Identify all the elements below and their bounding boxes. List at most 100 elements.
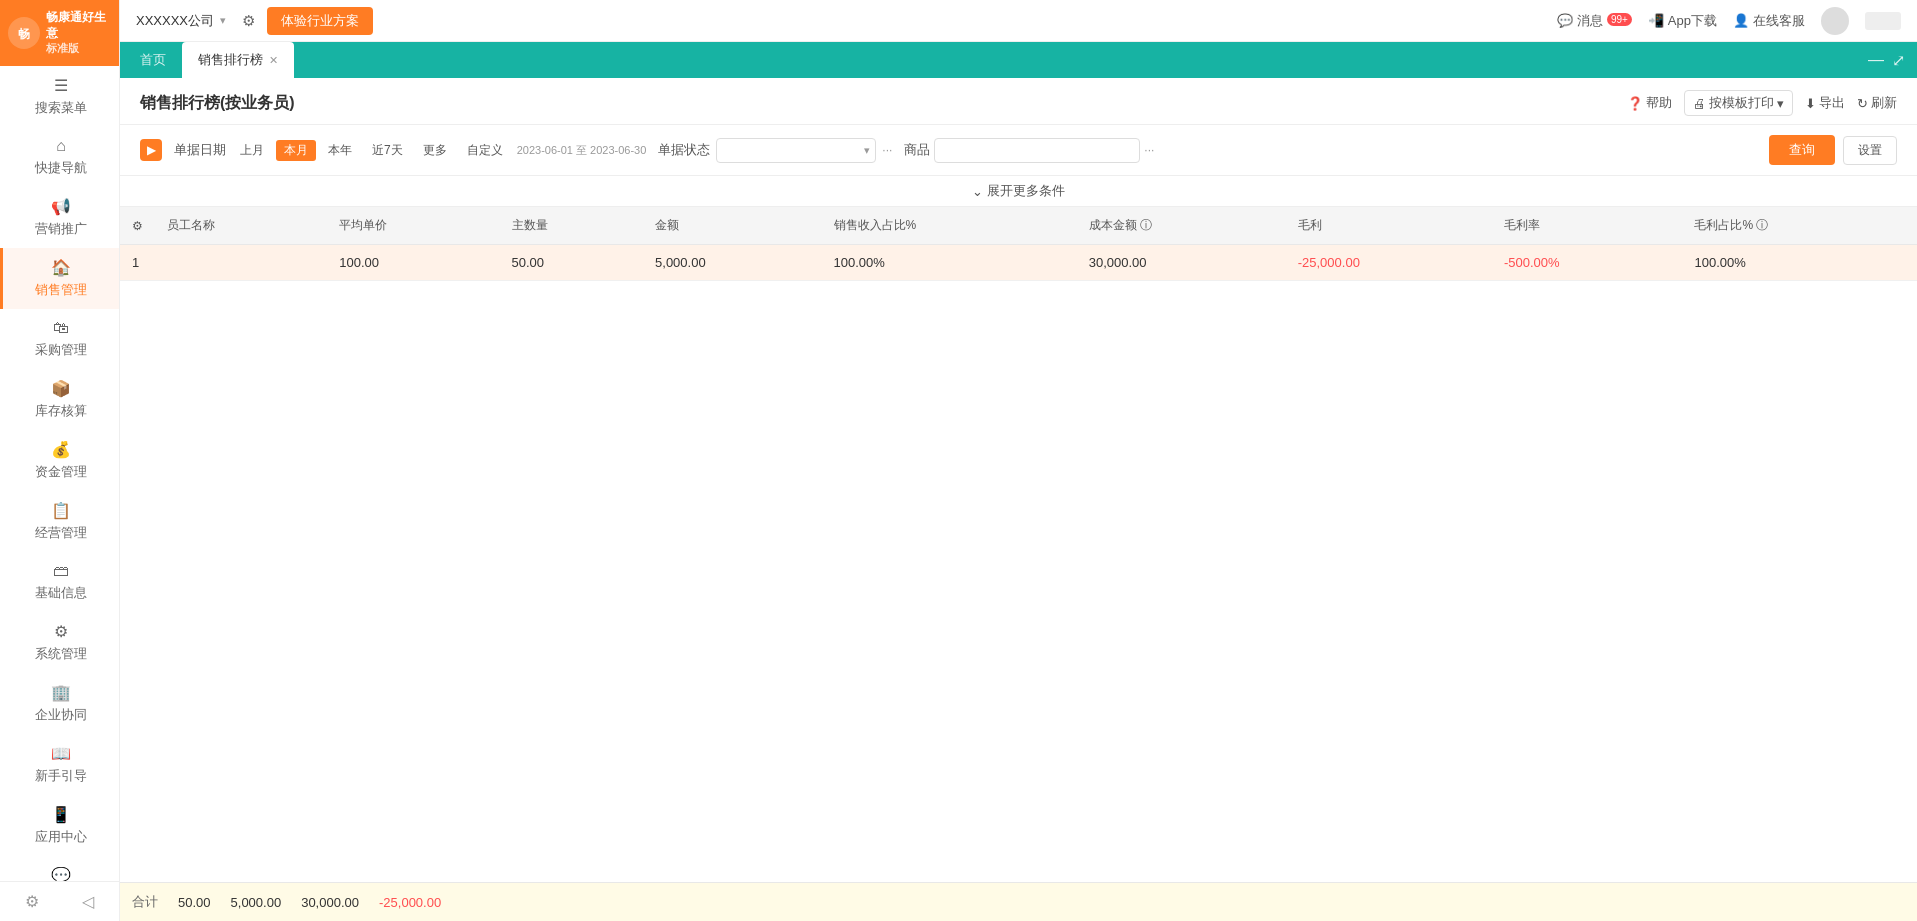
sidebar-item-inventory[interactable]: 📦 库存核算 <box>0 369 119 430</box>
sidebar-item-wechat[interactable]: 💬 企业微信 <box>0 856 119 881</box>
th-avg-price: 平均单价 <box>327 207 499 245</box>
table-empty-space <box>120 281 1917 882</box>
td-gross-pct: 100.00% <box>1682 245 1917 281</box>
sidebar-collapse-btn[interactable]: ◁ <box>82 892 94 911</box>
goods-filter-group: 商品 ··· <box>904 138 1154 163</box>
message-label: 消息 <box>1577 12 1603 30</box>
sidebar-item-search[interactable]: ☰ 搜索菜单 <box>0 66 119 127</box>
corp-icon: 🏢 <box>51 683 71 702</box>
sidebar-item-finance[interactable]: 💰 资金管理 <box>0 430 119 491</box>
sidebar-item-marketing[interactable]: 📢 营销推广 <box>0 187 119 248</box>
date-tab-7days[interactable]: 近7天 <box>364 140 411 161</box>
tab-controls: — ⤢ <box>1868 51 1913 70</box>
app-download-btn[interactable]: 📲 App下载 <box>1648 12 1717 30</box>
message-icon: 💬 <box>1557 13 1573 28</box>
date-tab-this-month[interactable]: 本月 <box>276 140 316 161</box>
sidebar-item-purchase-label: 采购管理 <box>35 341 87 359</box>
th-sales-pct: 销售收入占比% <box>822 207 1077 245</box>
download-icon: 📲 <box>1648 13 1664 28</box>
goods-more-icon[interactable]: ··· <box>1144 143 1154 157</box>
tab-home[interactable]: 首页 <box>124 42 182 78</box>
date-tab-last-month[interactable]: 上月 <box>232 140 272 161</box>
date-tabs: 上月 本月 本年 近7天 更多 自定义 <box>232 140 511 161</box>
settings-button[interactable]: 设置 <box>1843 136 1897 165</box>
tab-minimize-icon[interactable]: — <box>1868 51 1884 69</box>
tab-sales-rank-label: 销售排行榜 <box>198 51 263 69</box>
sidebar-settings-btn[interactable]: ⚙ <box>25 892 39 911</box>
tab-close-icon[interactable]: ✕ <box>269 54 278 67</box>
export-icon: ⬇ <box>1805 96 1816 111</box>
status-select-wrap <box>716 138 876 163</box>
page-title: 销售排行榜(按业务员) <box>140 93 295 114</box>
td-amount: 5,000.00 <box>643 245 822 281</box>
filter-more-icon[interactable]: ··· <box>882 143 892 157</box>
home-icon: ⌂ <box>56 137 66 155</box>
print-chevron-icon: ▾ <box>1777 96 1784 111</box>
message-badge: 99+ <box>1607 13 1632 26</box>
th-qty: 主数量 <box>500 207 644 245</box>
sidebar-item-marketing-label: 营销推广 <box>35 220 87 238</box>
footer-qty-val: 50.00 <box>178 895 211 910</box>
sidebar-item-purchase[interactable]: 🛍 采购管理 <box>0 309 119 369</box>
message-btn[interactable]: 💬 消息 99+ <box>1557 12 1632 30</box>
sidebar-item-guide[interactable]: 📖 新手引导 <box>0 734 119 795</box>
filter-toggle-btn[interactable]: ▶ <box>140 139 162 161</box>
topbar-gear-btn[interactable]: ⚙ <box>242 12 255 30</box>
expand-more-btn[interactable]: ⌄ 展开更多条件 <box>972 182 1065 200</box>
sidebar-item-guide-label: 新手引导 <box>35 767 87 785</box>
status-filter-label: 单据状态 <box>658 141 710 159</box>
data-table: ⚙ 员工名称 平均单价 主数量 金额 销售收入占比% 成本金额 ⓘ 毛利 毛利率… <box>120 207 1917 281</box>
online-service-label: 在线客服 <box>1753 12 1805 30</box>
table-footer: 合计 50.00 5,000.00 30,000.00 -25,000.00 <box>120 882 1917 921</box>
print-btn[interactable]: 🖨 按模板打印 ▾ <box>1684 90 1793 116</box>
sidebar-item-corp-label: 企业协同 <box>35 706 87 724</box>
page-header: 销售排行榜(按业务员) ❓ 帮助 🖨 按模板打印 ▾ ⬇ 导出 ↻ 刷新 <box>120 78 1917 125</box>
sidebar-item-quick-nav[interactable]: ⌂ 快捷导航 <box>0 127 119 187</box>
sidebar-item-sales[interactable]: 🏠 销售管理 <box>0 248 119 309</box>
company-chevron-icon: ▾ <box>220 14 226 27</box>
online-service-btn[interactable]: 👤 在线客服 <box>1733 12 1805 30</box>
date-tab-this-year[interactable]: 本年 <box>320 140 360 161</box>
topbar: XXXXXX公司 ▾ ⚙ 体验行业方案 💬 消息 99+ 📲 App下载 👤 在… <box>120 0 1917 42</box>
sidebar-item-system-label: 系统管理 <box>35 645 87 663</box>
sidebar-item-apps-label: 应用中心 <box>35 828 87 846</box>
help-btn[interactable]: ❓ 帮助 <box>1627 94 1672 112</box>
tab-maximize-icon[interactable]: ⤢ <box>1892 51 1905 70</box>
goods-input[interactable] <box>934 138 1140 163</box>
user-avatar[interactable] <box>1821 7 1849 35</box>
user-name-btn[interactable] <box>1865 12 1901 30</box>
date-tab-more[interactable]: 更多 <box>415 140 455 161</box>
sidebar-item-corp[interactable]: 🏢 企业协同 <box>0 673 119 734</box>
filter-bar: ▶ 单据日期 上月 本月 本年 近7天 更多 自定义 2023-06-01 至 … <box>120 125 1917 176</box>
export-btn[interactable]: ⬇ 导出 <box>1805 94 1845 112</box>
company-selector[interactable]: XXXXXX公司 ▾ <box>136 12 226 30</box>
footer-gross-val: -25,000.00 <box>379 895 441 910</box>
sidebar-item-sales-label: 销售管理 <box>35 281 87 299</box>
wechat-icon: 💬 <box>51 866 71 881</box>
print-icon: 🖨 <box>1693 96 1706 111</box>
date-tab-custom[interactable]: 自定义 <box>459 140 511 161</box>
refresh-btn[interactable]: ↻ 刷新 <box>1857 94 1897 112</box>
sidebar-item-system[interactable]: ⚙ 系统管理 <box>0 612 119 673</box>
tab-sales-rank[interactable]: 销售排行榜 ✕ <box>182 42 294 78</box>
data-table-wrap: ⚙ 员工名称 平均单价 主数量 金额 销售收入占比% 成本金额 ⓘ 毛利 毛利率… <box>120 207 1917 921</box>
footer-cost-cell: 30,000.00 <box>301 893 359 911</box>
th-settings: ⚙ <box>120 207 155 245</box>
sidebar: 畅 畅康通好生意 标准版 ☰ 搜索菜单 ⌂ 快捷导航 📢 营销推广 🏠 销售管理… <box>0 0 120 921</box>
logo-text: 畅康通好生意 <box>46 10 111 41</box>
search-icon: ☰ <box>54 76 68 95</box>
trial-button[interactable]: 体验行业方案 <box>267 7 373 35</box>
th-gross: 毛利 <box>1286 207 1492 245</box>
query-button[interactable]: 查询 <box>1769 135 1835 165</box>
sidebar-item-apps[interactable]: 📱 应用中心 <box>0 795 119 856</box>
svg-text:畅: 畅 <box>18 27 30 40</box>
expand-chevron-icon: ⌄ <box>972 184 983 199</box>
main-content: XXXXXX公司 ▾ ⚙ 体验行业方案 💬 消息 99+ 📲 App下载 👤 在… <box>120 0 1917 921</box>
footer-qty-cell: 50.00 <box>178 893 211 911</box>
footer-label-cell: 合计 <box>132 893 158 911</box>
sidebar-item-base[interactable]: 🗃 基础信息 <box>0 552 119 612</box>
sidebar-item-ops[interactable]: 📋 经营管理 <box>0 491 119 552</box>
td-avg-price: 100.00 <box>327 245 499 281</box>
status-select[interactable] <box>716 138 876 163</box>
status-filter-group: 单据状态 ··· <box>658 138 892 163</box>
